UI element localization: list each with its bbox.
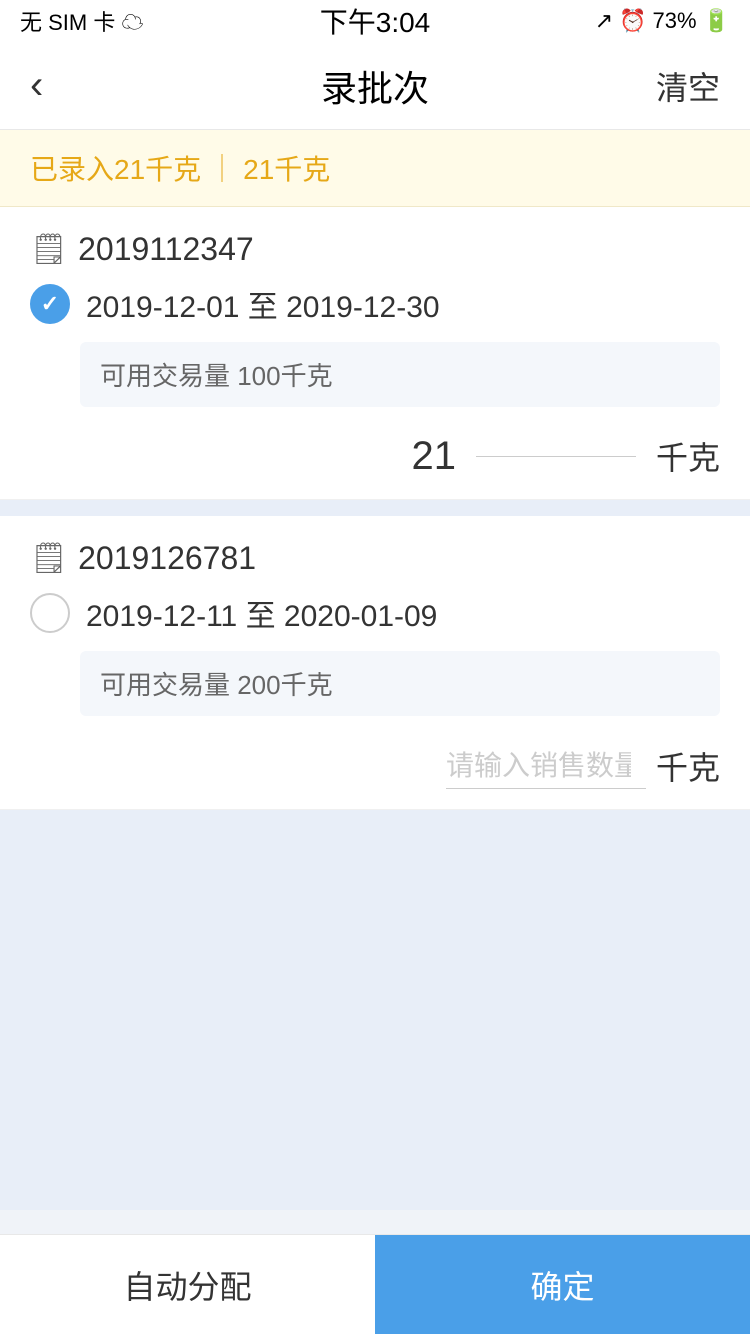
batch-1-available: 可用交易量 100千克	[100, 361, 333, 391]
status-time: 下午3:04	[320, 1, 431, 41]
page-title: 录批次	[321, 60, 429, 112]
no-sim-text: 无 SIM 卡 ☁	[20, 5, 143, 37]
summary-recorded-label: 已录入21千克	[30, 148, 201, 188]
nav-bar: ‹ 录批次 清空	[0, 42, 750, 130]
status-left: 无 SIM 卡 ☁	[20, 5, 143, 37]
location-icon: ↗	[595, 8, 613, 34]
batch-2-available: 可用交易量 200千克	[100, 670, 333, 700]
batch-2-header: 🗒 2019126781	[0, 516, 750, 587]
battery-icon: 🔋	[703, 8, 730, 34]
batch-2-qty-row: 可用交易量 200千克	[80, 651, 720, 716]
batch-2-date-row: 2019-12-11 至 2020-01-09	[0, 587, 750, 645]
batch-2-input-row: 千克	[0, 732, 750, 810]
batch-1-number: 2019112347	[78, 231, 254, 268]
batch-1-date-row: 2019-12-01 至 2019-12-30	[0, 278, 750, 336]
alarm-icon: ⏰	[619, 8, 646, 34]
batch-2-unit: 千克	[656, 743, 720, 789]
summary-banner: 已录入21千克 21千克	[0, 130, 750, 207]
batch-1-qty-row: 可用交易量 100千克	[80, 342, 720, 407]
clear-button[interactable]: 清空	[656, 63, 720, 109]
battery-text: 73%	[653, 8, 697, 34]
batch-1-date: 2019-12-01 至 2019-12-30	[86, 282, 440, 326]
batch-card-1: 🗒 2019112347 2019-12-01 至 2019-12-30 可用交…	[0, 207, 750, 500]
back-button[interactable]: ‹	[30, 63, 43, 108]
batch-2-date: 2019-12-11 至 2020-01-09	[86, 591, 437, 635]
empty-area	[0, 810, 750, 1210]
confirm-button[interactable]: 确定	[375, 1235, 750, 1334]
batch-2-icon: 🗒	[30, 541, 68, 576]
batch-1-input-row: 21 千克	[0, 423, 750, 500]
bottom-bar: 自动分配 确定	[0, 1234, 750, 1334]
batch-2-number: 2019126781	[78, 540, 256, 577]
summary-value: 21千克	[243, 148, 330, 188]
batch-2-qty-input[interactable]	[446, 742, 646, 789]
batch-1-unit: 千克	[656, 433, 720, 479]
auto-distribute-button[interactable]: 自动分配	[0, 1235, 375, 1334]
status-right: ↗ ⏰ 73% 🔋	[595, 8, 730, 34]
batch-card-2: 🗒 2019126781 2019-12-11 至 2020-01-09 可用交…	[0, 516, 750, 810]
batch-1-radio[interactable]	[30, 284, 70, 324]
batch-1-header: 🗒 2019112347	[0, 207, 750, 278]
card-separator-1	[0, 500, 750, 516]
summary-divider	[221, 154, 223, 182]
batch-2-radio[interactable]	[30, 593, 70, 633]
status-bar: 无 SIM 卡 ☁ 下午3:04 ↗ ⏰ 73% 🔋	[0, 0, 750, 42]
batch-1-qty-value: 21	[411, 434, 456, 479]
batch-1-icon: 🗒	[30, 232, 68, 267]
